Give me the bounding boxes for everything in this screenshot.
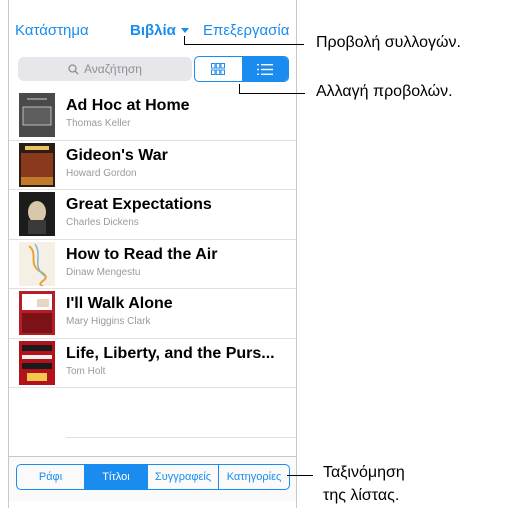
empty-row bbox=[66, 388, 296, 438]
callout-collections: Προβολή συλλογών. bbox=[316, 34, 461, 51]
book-cover-gideons-war bbox=[19, 142, 55, 187]
grid-icon bbox=[211, 63, 226, 75]
callout-line-views bbox=[239, 93, 305, 94]
callout-line-views-tick bbox=[239, 84, 240, 94]
callout-sort-line1: Ταξινόμηση bbox=[323, 464, 405, 481]
book-row[interactable]: Ad Hoc at Home Thomas Keller bbox=[9, 91, 296, 141]
book-list: Ad Hoc at Home Thomas Keller Gideon's Wa… bbox=[9, 91, 296, 487]
collections-label: Βιβλία bbox=[130, 22, 176, 39]
view-toggle bbox=[194, 56, 289, 82]
edit-button[interactable]: Επεξεργασία bbox=[203, 22, 289, 39]
book-title: Ad Hoc at Home bbox=[66, 97, 190, 114]
book-cover-life-liberty bbox=[19, 340, 55, 385]
callout-views: Αλλαγή προβολών. bbox=[316, 83, 453, 100]
book-title: Life, Liberty, and the Purs... bbox=[66, 344, 275, 362]
list-view-button[interactable] bbox=[241, 57, 288, 81]
list-icon bbox=[256, 63, 273, 75]
sort-authors-button[interactable]: Συγγραφείς bbox=[148, 465, 219, 489]
book-cover-great-expectations bbox=[19, 192, 55, 236]
ibooks-screen: Κατάστημα Βιβλία Επεξεργασία Αναζήτηση A… bbox=[8, 0, 297, 508]
book-title: Great Expectations bbox=[66, 196, 212, 213]
book-row[interactable]: Gideon's War Howard Gordon bbox=[9, 141, 296, 190]
book-title: Gideon's War bbox=[66, 146, 168, 164]
book-author: Charles Dickens bbox=[66, 217, 139, 228]
book-cover-ad-hoc bbox=[19, 93, 55, 137]
sort-categories-button[interactable]: Κατηγορίες bbox=[219, 465, 289, 489]
book-row[interactable]: Life, Liberty, and the Purs... Tom Holt bbox=[9, 339, 296, 388]
search-field[interactable]: Αναζήτηση bbox=[18, 57, 192, 81]
store-button[interactable]: Κατάστημα bbox=[15, 22, 89, 39]
book-author: Thomas Keller bbox=[66, 118, 131, 129]
collections-button[interactable]: Βιβλία bbox=[130, 22, 189, 39]
book-cover-ill-walk-alone bbox=[19, 291, 55, 335]
book-row[interactable]: How to Read the Air Dinaw Mengestu bbox=[9, 240, 296, 289]
callout-line-collections bbox=[184, 44, 304, 45]
sort-titles-button[interactable]: Τίτλοι bbox=[85, 465, 148, 489]
book-author: Dinaw Mengestu bbox=[66, 266, 141, 278]
callout-line-sort bbox=[287, 475, 313, 476]
sort-shelf-button[interactable]: Ράφι bbox=[17, 465, 85, 489]
chevron-down-icon bbox=[180, 28, 189, 33]
book-author: Tom Holt bbox=[66, 365, 106, 377]
callout-line-collections-tick bbox=[184, 36, 185, 45]
navigation-bar: Κατάστημα Βιβλία Επεξεργασία bbox=[9, 0, 296, 50]
book-author: Howard Gordon bbox=[66, 167, 137, 179]
book-title: I'll Walk Alone bbox=[66, 295, 173, 312]
book-row[interactable]: I'll Walk Alone Mary Higgins Clark bbox=[9, 289, 296, 339]
bottom-toolbar: Ράφι Τίτλοι Συγγραφείς Κατηγορίες bbox=[9, 456, 296, 501]
book-cover-how-to-read-the-air bbox=[19, 241, 55, 286]
book-row[interactable]: Great Expectations Charles Dickens bbox=[9, 190, 296, 240]
grid-view-button[interactable] bbox=[195, 57, 242, 81]
book-author: Mary Higgins Clark bbox=[66, 316, 151, 327]
callout-sort-line2: της λίστας. bbox=[323, 487, 400, 504]
search-icon bbox=[68, 63, 79, 74]
search-placeholder: Αναζήτηση bbox=[84, 62, 142, 76]
book-title: How to Read the Air bbox=[66, 245, 218, 263]
sort-control: Ράφι Τίτλοι Συγγραφείς Κατηγορίες bbox=[16, 464, 290, 490]
